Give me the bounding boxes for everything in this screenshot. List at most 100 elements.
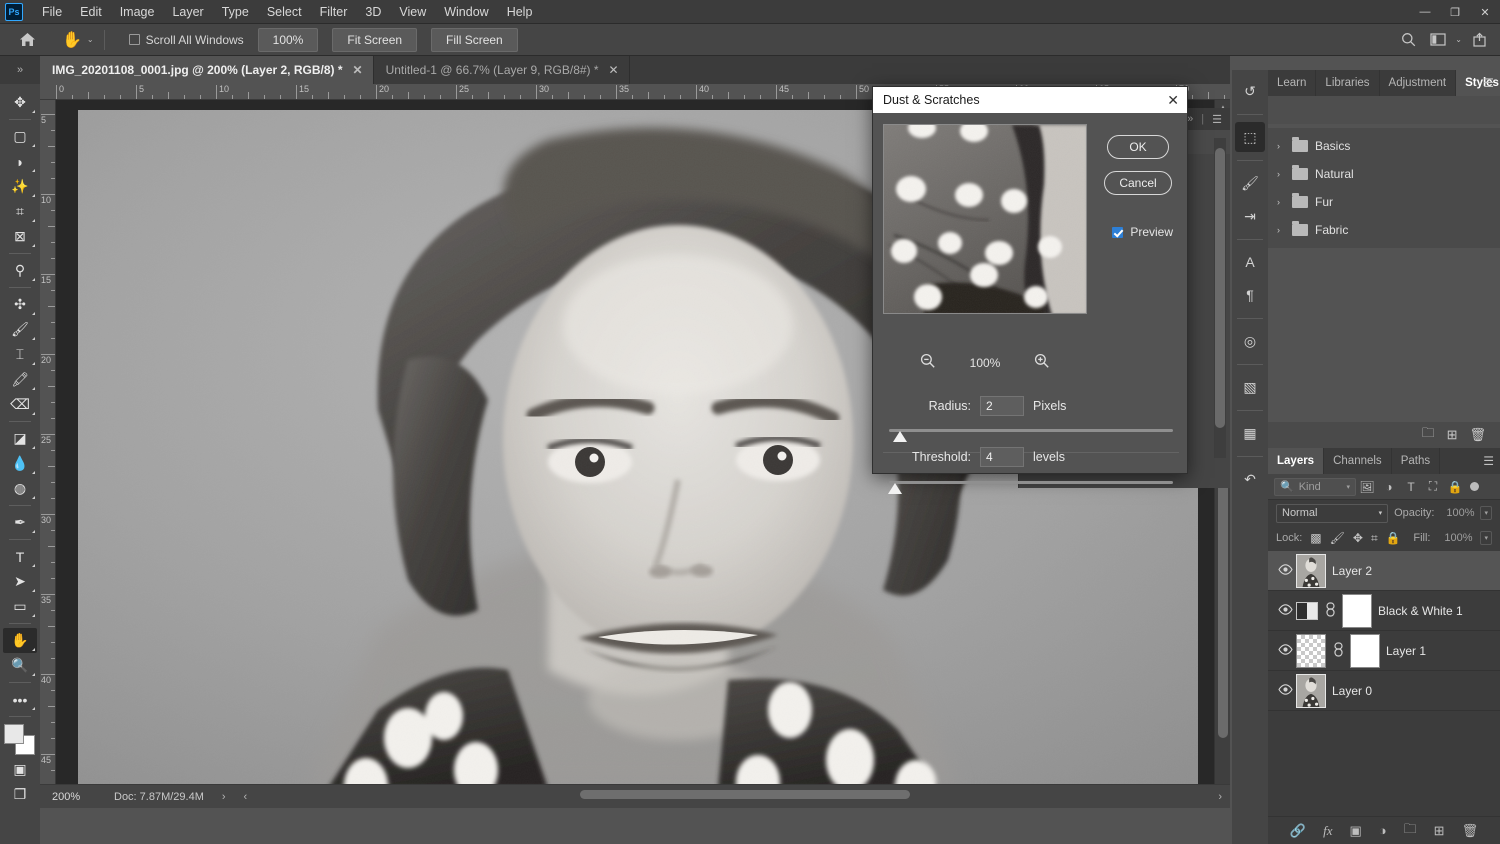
fit-screen-button[interactable]: Fit Screen bbox=[332, 27, 418, 52]
threshold-slider-track[interactable] bbox=[889, 481, 1173, 484]
menu-view[interactable]: View bbox=[390, 2, 435, 22]
layer-thumbnail[interactable] bbox=[1296, 553, 1326, 588]
hand-tool[interactable]: ✋ bbox=[3, 628, 37, 653]
fill-value[interactable]: 100% bbox=[1438, 532, 1472, 544]
chevron-right-icon[interactable]: › bbox=[1277, 141, 1285, 151]
scrollbar-thumb[interactable] bbox=[1215, 148, 1225, 428]
panel-menu-icon[interactable]: ☰ bbox=[1212, 113, 1222, 126]
scroll-all-windows-checkbox[interactable]: Scroll All Windows bbox=[128, 33, 244, 47]
doc-info-prev-icon[interactable]: ‹ bbox=[244, 791, 248, 803]
chevron-right-icon[interactable]: › bbox=[1277, 225, 1285, 235]
new-group-icon[interactable]: 🗀 bbox=[1404, 820, 1417, 842]
zoom-tool[interactable]: 🔍 bbox=[3, 653, 37, 678]
crop-tool[interactable]: ⌗ bbox=[3, 199, 37, 224]
pixel-filter-icon[interactable]: 🖼 bbox=[1356, 477, 1378, 497]
tab-learn[interactable]: Learn bbox=[1268, 70, 1317, 96]
radius-slider-track[interactable] bbox=[889, 429, 1173, 432]
brush-settings-icon[interactable]: 🖌 bbox=[1235, 168, 1265, 198]
fill-screen-button[interactable]: Fill Screen bbox=[431, 27, 518, 52]
layer-visibility-icon[interactable] bbox=[1274, 603, 1296, 618]
filter-kind-select[interactable]: 🔍 Kind ▾ bbox=[1274, 477, 1356, 496]
panel-menu-icon[interactable]: ☰ bbox=[1483, 454, 1494, 468]
lock-position-icon[interactable]: ✥ bbox=[1353, 531, 1363, 545]
zoom-in-icon[interactable] bbox=[1034, 353, 1050, 373]
cancel-button[interactable]: Cancel bbox=[1104, 171, 1172, 195]
radius-slider-knob[interactable] bbox=[893, 431, 908, 442]
gradients-icon[interactable]: ▧ bbox=[1235, 372, 1265, 402]
rectangle-tool[interactable]: ▭ bbox=[3, 594, 37, 619]
tab-channels[interactable]: Channels bbox=[1324, 448, 1392, 474]
layer-visibility-icon[interactable] bbox=[1274, 683, 1296, 698]
layer-style-icon[interactable]: fx bbox=[1323, 823, 1332, 839]
history-brush-tool[interactable]: 🖍 bbox=[3, 367, 37, 392]
rectangular-marquee-tool[interactable]: ▢ bbox=[3, 124, 37, 149]
tab-libraries[interactable]: Libraries bbox=[1316, 70, 1380, 96]
menu-type[interactable]: Type bbox=[213, 2, 258, 22]
blur-tool[interactable]: 💧 bbox=[3, 451, 37, 476]
close-tab-icon[interactable]: ✕ bbox=[609, 63, 619, 77]
object-selection-tool[interactable]: ✨ bbox=[3, 174, 37, 199]
filter-toggle-icon[interactable] bbox=[1470, 482, 1479, 491]
chevron-right-icon[interactable]: › bbox=[1277, 197, 1285, 207]
menu-filter[interactable]: Filter bbox=[311, 2, 357, 22]
scrollbar-thumb-horizontal[interactable] bbox=[580, 790, 910, 799]
close-button[interactable]: ✕ bbox=[1470, 0, 1500, 24]
quick-mask-icon[interactable]: ▣ bbox=[3, 757, 37, 782]
layer-mask-thumbnail[interactable] bbox=[1342, 593, 1372, 628]
style-group-row[interactable]: › Fabric bbox=[1268, 216, 1500, 244]
layer-row[interactable]: Black & White 1 bbox=[1268, 591, 1500, 631]
menu-select[interactable]: Select bbox=[258, 2, 311, 22]
layer-row[interactable]: Layer 0 bbox=[1268, 671, 1500, 711]
threshold-slider-knob[interactable] bbox=[887, 483, 902, 494]
brushes-icon[interactable]: ⇥ bbox=[1235, 201, 1265, 231]
zoom-100-button[interactable]: 100% bbox=[257, 27, 319, 52]
menu-layer[interactable]: Layer bbox=[163, 2, 212, 22]
threshold-input[interactable]: 4 bbox=[980, 447, 1024, 467]
screen-mode-icon[interactable]: ❐ bbox=[3, 782, 37, 807]
styles-search-bar[interactable] bbox=[1268, 96, 1500, 124]
adjustment-layer-icon[interactable]: ◑ bbox=[1379, 823, 1387, 838]
layer-link-icon[interactable] bbox=[1332, 641, 1345, 660]
vertical-ruler[interactable]: 5 10 15 20 25 30 35 40 45 bbox=[40, 100, 56, 800]
link-layers-icon[interactable]: 🔗 bbox=[1290, 823, 1306, 839]
eraser-tool[interactable]: ⌫ bbox=[3, 392, 37, 417]
delete-layer-icon[interactable]: 🗑 bbox=[1462, 823, 1479, 839]
close-tab-icon[interactable]: ✕ bbox=[353, 63, 363, 77]
opacity-value[interactable]: 100% bbox=[1440, 507, 1474, 519]
dodge-tool[interactable]: ◍ bbox=[3, 476, 37, 501]
chevron-down-icon[interactable]: ⌄ bbox=[87, 35, 94, 44]
brush-tool[interactable]: 🖌 bbox=[3, 317, 37, 342]
opacity-slider-icon[interactable]: ▾ bbox=[1480, 506, 1492, 520]
foreground-color-swatch[interactable] bbox=[4, 724, 24, 744]
close-icon[interactable]: ✕ bbox=[1167, 92, 1179, 109]
shape-filter-icon[interactable]: ⛶ bbox=[1422, 477, 1444, 497]
ok-button[interactable]: OK bbox=[1107, 135, 1169, 159]
new-group-icon[interactable]: 🗀 bbox=[1422, 424, 1435, 446]
edit-toolbar-tool[interactable]: ••• bbox=[3, 687, 37, 712]
restore-button[interactable]: ❐ bbox=[1440, 0, 1470, 24]
paragraph-panel-icon[interactable]: ¶ bbox=[1235, 280, 1265, 310]
document-tab[interactable]: IMG_20201108_0001.jpg @ 200% (Layer 2, R… bbox=[40, 56, 374, 84]
workspace-icon[interactable] bbox=[1425, 27, 1451, 53]
style-group-row[interactable]: › Fur bbox=[1268, 188, 1500, 216]
spot-healing-brush-tool[interactable]: ✣ bbox=[3, 292, 37, 317]
minimize-button[interactable]: — bbox=[1410, 0, 1440, 24]
delete-icon[interactable]: 🗑 bbox=[1469, 427, 1486, 443]
eyedropper-tool[interactable]: ⚲ bbox=[3, 258, 37, 283]
style-group-row[interactable]: › Natural bbox=[1268, 160, 1500, 188]
menu-file[interactable]: File bbox=[33, 2, 71, 22]
home-icon[interactable] bbox=[12, 25, 42, 55]
menu-window[interactable]: Window bbox=[435, 2, 497, 22]
fill-slider-icon[interactable]: ▾ bbox=[1480, 531, 1492, 545]
zoom-level-field[interactable]: 200% bbox=[48, 788, 100, 805]
tab-layers[interactable]: Layers bbox=[1268, 448, 1325, 474]
chevron-right-icon[interactable]: › bbox=[1277, 169, 1285, 179]
layer-thumbnail[interactable] bbox=[1296, 601, 1318, 620]
type-filter-icon[interactable]: T bbox=[1400, 477, 1422, 497]
menu-image[interactable]: Image bbox=[111, 2, 164, 22]
layer-mask-thumbnail[interactable] bbox=[1350, 633, 1380, 668]
color-swatches[interactable] bbox=[3, 723, 37, 757]
lock-all-icon[interactable]: 🔒 bbox=[1386, 531, 1401, 545]
style-group-row[interactable]: › Basics bbox=[1268, 132, 1500, 160]
path-selection-tool[interactable]: ➤ bbox=[3, 569, 37, 594]
